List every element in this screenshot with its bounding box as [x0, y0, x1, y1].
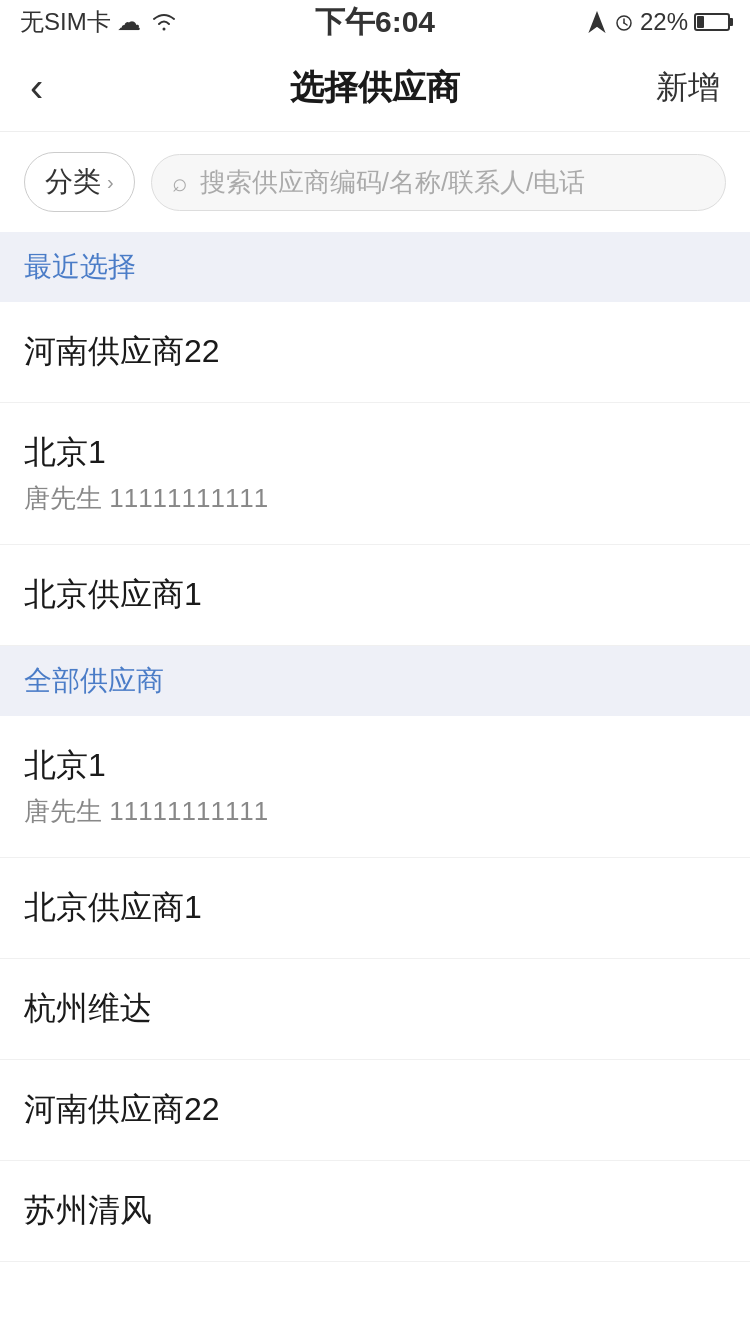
list-item[interactable]: 河南供应商22	[0, 1060, 750, 1161]
list-item[interactable]: 北京供应商1	[0, 545, 750, 646]
item-sub: 唐先生 11111111111	[24, 794, 726, 829]
chevron-right-icon: ›	[107, 171, 114, 194]
search-placeholder: 搜索供应商编码/名称/联系人/电话	[200, 165, 586, 200]
status-left: 无SIM卡 ☁	[20, 6, 179, 38]
no-sim-label: 无SIM卡 ☁	[20, 6, 141, 38]
wifi-icon	[149, 11, 179, 33]
item-name: 北京1	[24, 744, 726, 788]
svg-line-3	[624, 23, 627, 25]
location-icon	[586, 11, 608, 33]
search-bar[interactable]: ⌕ 搜索供应商编码/名称/联系人/电话	[151, 154, 726, 211]
status-bar: 无SIM卡 ☁ 下午6:04 22%	[0, 0, 750, 44]
filter-bar: 分类 › ⌕ 搜索供应商编码/名称/联系人/电话	[0, 132, 750, 232]
list-item[interactable]: 北京供应商1	[0, 858, 750, 959]
all-list: 北京1 唐先生 11111111111 北京供应商1 杭州维达河南供应商22 苏州清风	[0, 716, 750, 1262]
alarm-icon	[614, 12, 634, 32]
item-name: 北京供应商1	[24, 573, 726, 617]
battery-fill	[697, 16, 704, 28]
category-button[interactable]: 分类 ›	[24, 152, 135, 212]
item-name: 北京供应商1	[24, 886, 726, 930]
status-time: 下午6:04	[315, 2, 435, 43]
battery-percent: 22%	[640, 8, 688, 36]
back-button[interactable]: ‹	[20, 55, 53, 120]
item-name: 北京1	[24, 431, 726, 475]
item-name: 苏州清风	[24, 1189, 726, 1233]
all-section-header: 全部供应商	[0, 646, 750, 716]
item-name: 河南供应商22	[24, 330, 726, 374]
item-sub: 唐先生 11111111111	[24, 481, 726, 516]
page-title: 选择供应商	[290, 65, 460, 111]
item-name: 河南供应商22	[24, 1088, 726, 1132]
item-name: 杭州维达	[24, 987, 726, 1031]
recent-list: 河南供应商22 北京1 唐先生 11111111111 北京供应商1	[0, 302, 750, 646]
add-button[interactable]: 新增	[656, 66, 720, 110]
list-item[interactable]: 北京1 唐先生 11111111111	[0, 403, 750, 545]
nav-bar: ‹ 选择供应商 新增	[0, 44, 750, 132]
status-right: 22%	[586, 8, 730, 36]
category-label: 分类	[45, 163, 101, 201]
search-icon: ⌕	[172, 167, 188, 198]
svg-marker-0	[590, 13, 604, 31]
list-item[interactable]: 杭州维达	[0, 959, 750, 1060]
recent-section-header: 最近选择	[0, 232, 750, 302]
battery-icon	[694, 13, 730, 31]
list-item[interactable]: 北京1 唐先生 11111111111	[0, 716, 750, 858]
list-item[interactable]: 河南供应商22	[0, 302, 750, 403]
list-item[interactable]: 苏州清风	[0, 1161, 750, 1262]
